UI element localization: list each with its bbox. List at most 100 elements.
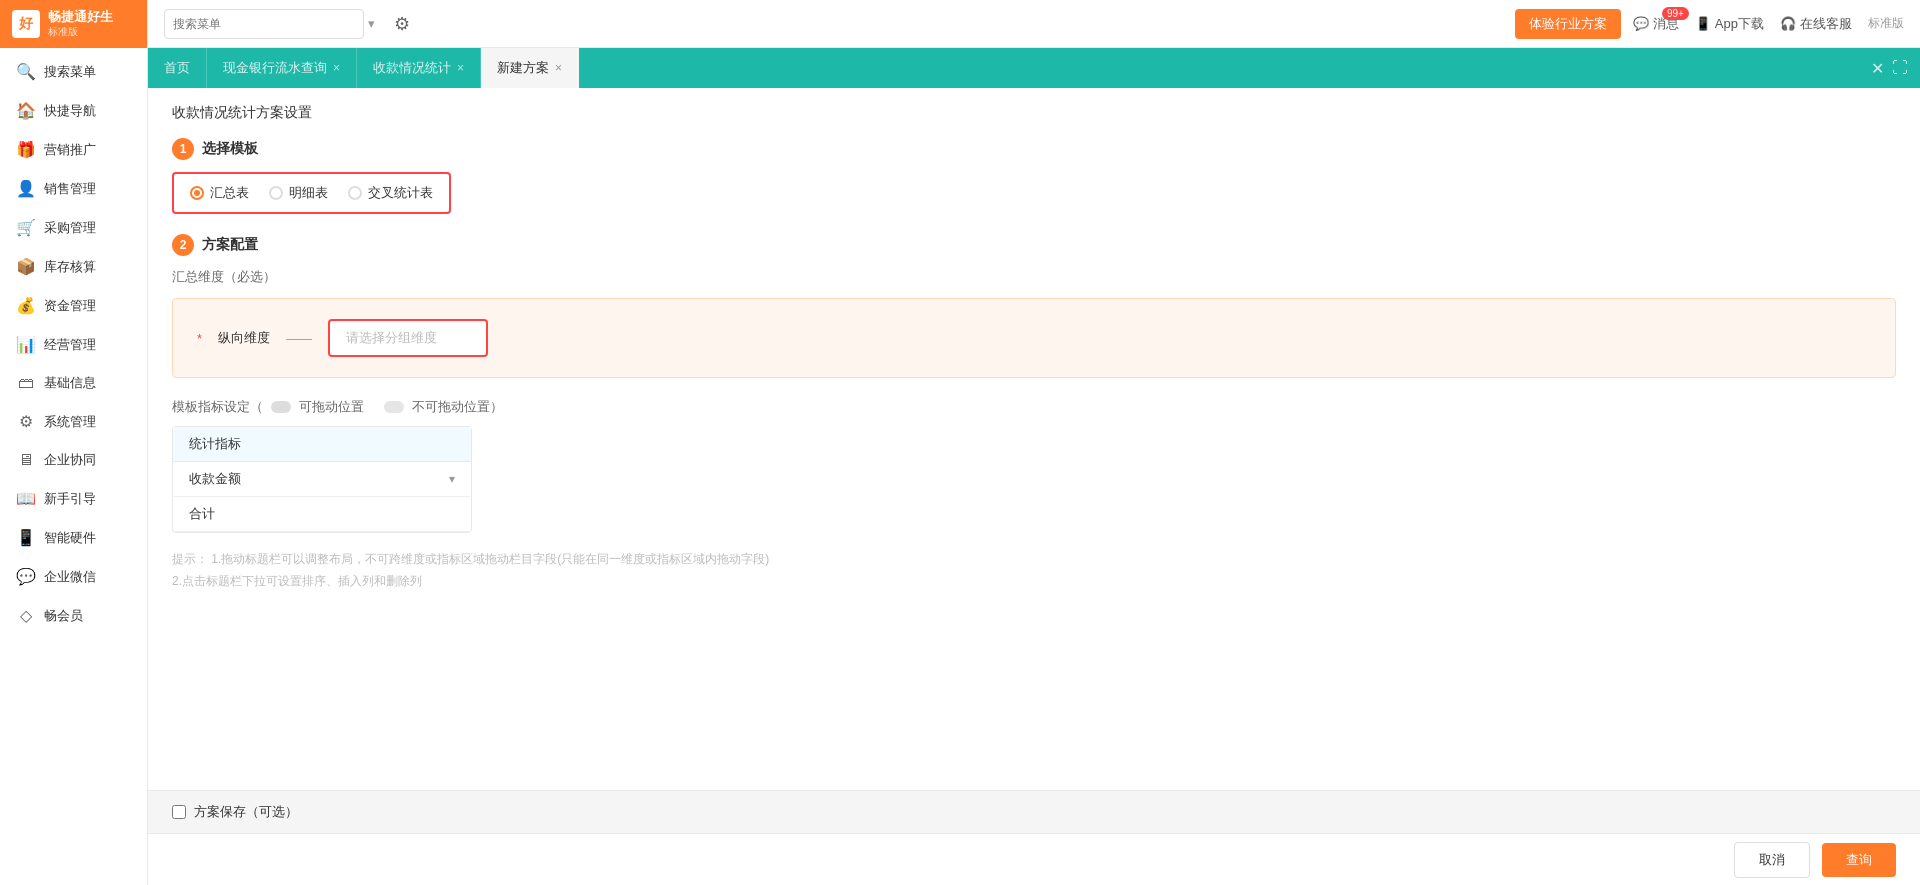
no-drag-label: 不可拖动位置） bbox=[412, 398, 503, 416]
page-title: 收款情况统计方案设置 bbox=[172, 104, 1896, 122]
app-download[interactable]: 📱 App下载 bbox=[1695, 15, 1764, 33]
radio-cross[interactable] bbox=[348, 186, 362, 200]
sidebar-label-operations: 经营管理 bbox=[44, 336, 96, 354]
operations-icon: 📊 bbox=[16, 335, 36, 354]
settings-icon[interactable]: ⚙ bbox=[387, 9, 417, 39]
tab-close-bank-flow[interactable]: × bbox=[333, 61, 340, 75]
template-select-box: 汇总表 明细表 交叉统计表 bbox=[172, 172, 451, 214]
tab-receipt-stats[interactable]: 收款情况统计 × bbox=[357, 48, 481, 88]
sidebar-item-weixin[interactable]: 💬企业微信 bbox=[0, 557, 147, 596]
metrics-cell-name: 收款金额 bbox=[189, 470, 441, 488]
expand-icon[interactable]: ⛶ bbox=[1892, 59, 1908, 77]
tips-section: 提示： 1.拖动标题栏可以调整布局，不可跨维度或指标区域拖动栏目字段(只能在同一… bbox=[172, 549, 1896, 592]
radio-label-summary: 汇总表 bbox=[210, 184, 249, 202]
content-area: 收款情况统计方案设置 1 选择模板 汇总表 明细表 交叉统计表 2 方案配置 汇总维… bbox=[148, 88, 1920, 833]
quick-nav-icon: 🏠 bbox=[16, 101, 36, 120]
metrics-section: 模板指标设定（ 可拖动位置 不可拖动位置） 统计指标 收款金额▾合计 bbox=[172, 398, 1896, 533]
sidebar-item-enterprise[interactable]: 🖥 企业协同 bbox=[0, 441, 147, 479]
sidebar-label-smart-hardware: 智能硬件 bbox=[44, 529, 96, 547]
metrics-config-label: 模板指标设定（ 可拖动位置 不可拖动位置） bbox=[172, 398, 1896, 416]
tab-label-new-plan: 新建方案 bbox=[497, 59, 549, 77]
tab-label-home: 首页 bbox=[164, 59, 190, 77]
save-section: 方案保存（可选） bbox=[148, 790, 1920, 833]
sidebar-item-operations[interactable]: 📊 经营管理 bbox=[0, 325, 147, 364]
service-icon: 🎧 bbox=[1780, 16, 1796, 31]
dimension-select[interactable]: 请选择分组维度 bbox=[328, 319, 488, 357]
tabbar-controls: ✕ ⛶ bbox=[1859, 59, 1920, 78]
sidebar-item-quick-nav[interactable]: 🏠快捷导航 bbox=[0, 91, 147, 130]
sidebar-label-finance: 资金管理 bbox=[44, 297, 96, 315]
sidebar-item-finance[interactable]: 💰 资金管理 bbox=[0, 286, 147, 325]
query-button[interactable]: 查询 bbox=[1822, 843, 1896, 877]
search-area: ▾ bbox=[164, 9, 375, 39]
sidebar-label-system: 系统管理 bbox=[44, 413, 96, 431]
sidebar-item-system[interactable]: ⚙系统管理 bbox=[0, 402, 147, 441]
cancel-button[interactable]: 取消 bbox=[1734, 842, 1810, 878]
tab-new-plan[interactable]: 新建方案 × bbox=[481, 48, 579, 88]
close-all-icon[interactable]: ✕ bbox=[1871, 59, 1884, 78]
radio-option-detail[interactable]: 明细表 bbox=[269, 184, 328, 202]
step2-section: 2 方案配置 汇总维度（必选） * 纵向维度 —— 请选择分组维度 bbox=[172, 234, 1896, 592]
save-checkbox[interactable] bbox=[172, 805, 186, 819]
tip1: 提示： 1.拖动标题栏可以调整布局，不可跨维度或指标区域拖动栏目字段(只能在同一… bbox=[172, 549, 1896, 571]
sidebar-label-enterprise: 企业协同 bbox=[44, 451, 96, 469]
tab-close-receipt-stats[interactable]: × bbox=[457, 61, 464, 75]
tabbar: 首页现金银行流水查询× 收款情况统计 × 新建方案 × ✕ ⛶ bbox=[148, 48, 1920, 88]
basic-info-icon: 🗃 bbox=[16, 374, 36, 392]
enterprise-icon: 🖥 bbox=[16, 451, 36, 469]
sidebar-label-basic-info: 基础信息 bbox=[44, 374, 96, 392]
step1-title: 选择模板 bbox=[202, 140, 258, 158]
tab-label-receipt-stats: 收款情况统计 bbox=[373, 59, 451, 77]
badge-count: 99+ bbox=[1662, 7, 1689, 20]
sidebar-item-marketing[interactable]: 🎁营销推广 bbox=[0, 130, 147, 169]
sidebar-item-inventory[interactable]: 📦库存核算 bbox=[0, 247, 147, 286]
sidebar-label-search-menu: 搜索菜单 bbox=[44, 63, 96, 81]
sidebar-item-smart-hardware[interactable]: 📱 智能硬件 bbox=[0, 518, 147, 557]
radio-option-cross[interactable]: 交叉统计表 bbox=[348, 184, 433, 202]
radio-label-detail: 明细表 bbox=[289, 184, 328, 202]
step1-number: 1 bbox=[172, 138, 194, 160]
draggable-label: 可拖动位置 bbox=[299, 398, 364, 416]
sidebar-item-member[interactable]: ◇畅会员 bbox=[0, 596, 147, 635]
metrics-row: 收款金额 ▾ bbox=[173, 462, 471, 497]
radio-option-summary[interactable]: 汇总表 bbox=[190, 184, 249, 202]
radio-summary[interactable] bbox=[190, 186, 204, 200]
save-label: 方案保存（可选） bbox=[194, 803, 298, 821]
topbar-right: 💬 消息 99+ 📱 App下载 🎧 在线客服 标准版 bbox=[1633, 15, 1904, 33]
step1-header: 1 选择模板 bbox=[172, 138, 1896, 160]
search-input[interactable] bbox=[164, 9, 364, 39]
dimension-arrow: —— bbox=[286, 331, 312, 346]
purchase-icon: 🛒 bbox=[16, 218, 36, 237]
sidebar-item-guide[interactable]: 📖新手引导 bbox=[0, 479, 147, 518]
sidebar-nav: 🔍 搜索菜单 🏠快捷导航🎁营销推广👤销售管理🛒采购管理📦库存核算 💰 资金管理 📊 经营管理… bbox=[0, 48, 147, 885]
online-service[interactable]: 🎧 在线客服 bbox=[1780, 15, 1852, 33]
search-menu-icon: 🔍 bbox=[16, 62, 36, 81]
user-info: 标准版 bbox=[1868, 15, 1904, 32]
message-icon: 💬 bbox=[1633, 16, 1649, 31]
message-badge[interactable]: 💬 消息 99+ bbox=[1633, 15, 1679, 33]
sidebar-item-purchase[interactable]: 🛒采购管理 bbox=[0, 208, 147, 247]
sidebar-label-weixin: 企业微信 bbox=[44, 568, 96, 586]
radio-detail[interactable] bbox=[269, 186, 283, 200]
tab-close-new-plan[interactable]: × bbox=[555, 61, 562, 75]
metrics-dropdown-icon[interactable]: ▾ bbox=[449, 472, 455, 486]
footer-bar: 取消 查询 bbox=[148, 833, 1920, 885]
main-area: ▾ ⚙ 体验行业方案 💬 消息 99+ 📱 App下载 🎧 在线客服 标准版 首… bbox=[148, 0, 1920, 885]
smart-hardware-icon: 📱 bbox=[16, 528, 36, 547]
metrics-config-title-text: 模板指标设定（ bbox=[172, 398, 263, 416]
dimension-title: 汇总维度（必选） bbox=[172, 268, 1896, 286]
metrics-table: 统计指标 收款金额▾合计 bbox=[172, 426, 472, 533]
search-chevron-icon[interactable]: ▾ bbox=[368, 16, 375, 31]
industry-btn[interactable]: 体验行业方案 bbox=[1515, 9, 1621, 39]
logo-text: 畅捷通好生 标准版 bbox=[48, 9, 113, 39]
sidebar-item-basic-info[interactable]: 🗃 基础信息 bbox=[0, 364, 147, 402]
sidebar-label-inventory: 库存核算 bbox=[44, 258, 96, 276]
tab-bank-flow[interactable]: 现金银行流水查询× bbox=[207, 48, 357, 88]
sidebar-item-sales[interactable]: 👤销售管理 bbox=[0, 169, 147, 208]
tab-home[interactable]: 首页 bbox=[148, 48, 207, 88]
sidebar-item-search-menu[interactable]: 🔍 搜索菜单 bbox=[0, 52, 147, 91]
finance-icon: 💰 bbox=[16, 296, 36, 315]
sidebar-label-marketing: 营销推广 bbox=[44, 141, 96, 159]
sidebar-label-sales: 销售管理 bbox=[44, 180, 96, 198]
metrics-cell-name: 合计 bbox=[189, 505, 455, 523]
